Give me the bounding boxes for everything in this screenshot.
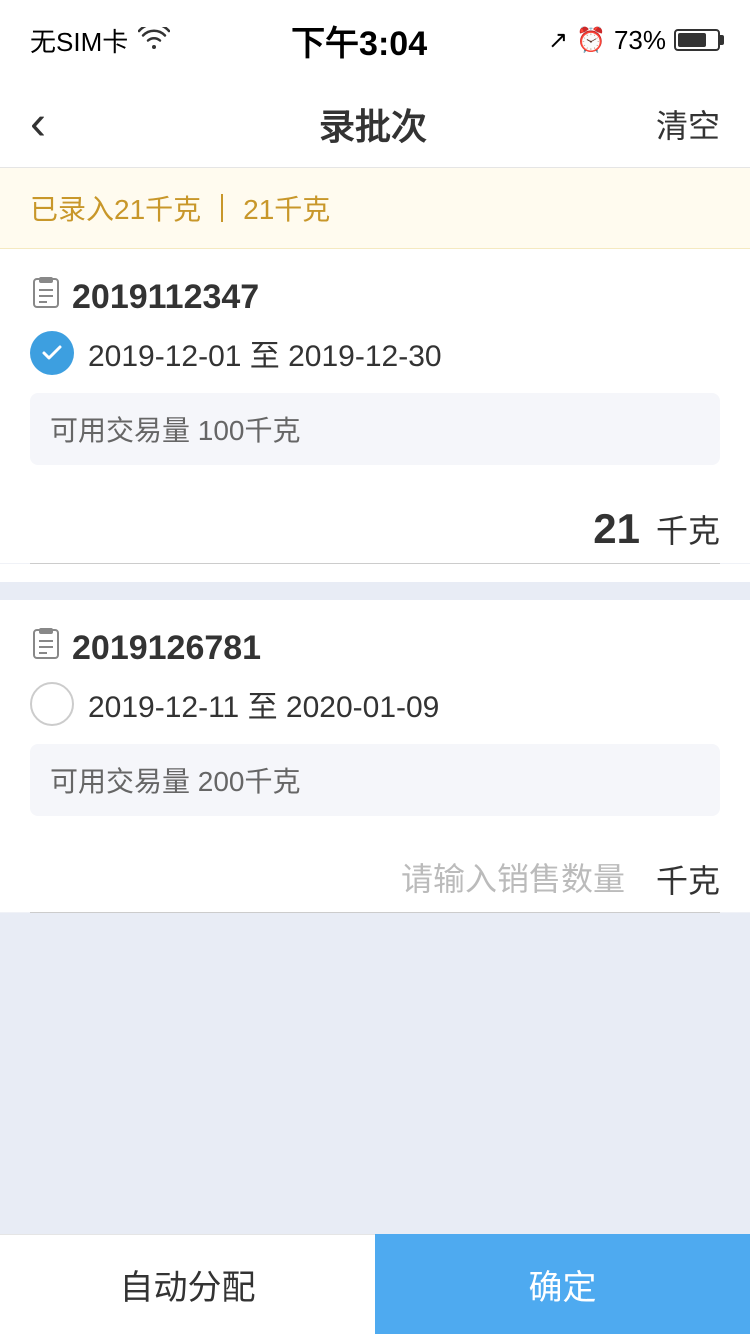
batch-1-date-row[interactable]: 2019-12-01 至 2019-12-30 [30,331,720,375]
clear-button[interactable]: 清空 [656,101,720,147]
status-bar: 无SIM卡 下午3:04 ↗ ⏰ 73% [0,0,750,80]
alarm-icon: ⏰ [576,26,606,55]
bottom-bar: 自动分配 确定 [0,1234,750,1334]
batch-2-id: 2019126781 [72,629,261,668]
batch-1-date: 2019-12-01 至 2019-12-30 [88,331,442,375]
auto-distribute-button[interactable]: 自动分配 [0,1234,375,1334]
batch-2-unit: 千克 [656,856,720,902]
batch-2-date: 2019-12-11 至 2020-01-09 [88,682,439,726]
batch-2-checkbox[interactable] [30,682,74,726]
info-divider [221,194,223,222]
main-content: 已录入21千克 21千克 2019112347 [0,168,750,1234]
recorded-value: 21千克 [243,188,330,228]
batch-1-header: 2019112347 [30,277,720,317]
back-button[interactable]: ‹ [30,96,90,151]
batch-2-header: 2019126781 [30,628,720,668]
batch-1-spacer [0,564,750,582]
nav-bar: ‹ 录批次 清空 [0,80,750,168]
status-right: ↗ ⏰ 73% [548,25,720,56]
battery-icon [674,29,720,51]
status-left: 无SIM卡 [30,22,170,59]
batch-1-amount-unit: 千克 [656,506,720,552]
carrier-label: 无SIM卡 [30,22,128,59]
gray-area [0,913,750,1234]
battery-percent: 73% [614,25,666,56]
batch-1-checkbox[interactable] [30,331,74,375]
location-icon: ↗ [548,26,568,55]
batch-item-2: 2019126781 2019-12-11 至 2020-01-09 可用交易量… [0,600,750,836]
batch-1-icon [30,277,62,317]
batch-2-qty-input[interactable] [340,861,640,898]
page-title: 录批次 [319,98,427,150]
info-banner: 已录入21千克 21千克 [0,168,750,249]
batch-1-id: 2019112347 [72,278,259,317]
batch-item-1: 2019112347 2019-12-01 至 2019-12-30 可用交易量… [0,249,750,485]
batch-1-avail: 可用交易量 100千克 [30,393,720,465]
batch-1-amount-row: 21 千克 [0,485,750,563]
batch-1-amount-value: 21 [593,505,640,553]
section-divider [0,582,750,600]
batch-2-avail: 可用交易量 200千克 [30,744,720,816]
batch-2-date-row[interactable]: 2019-12-11 至 2020-01-09 [30,682,720,726]
batch-2-input-row: 千克 [0,836,750,912]
batch-2-icon [30,628,62,668]
recorded-label: 已录入21千克 [30,188,201,228]
confirm-button[interactable]: 确定 [375,1234,750,1334]
wifi-icon [138,24,170,56]
status-time: 下午3:04 [291,16,427,65]
